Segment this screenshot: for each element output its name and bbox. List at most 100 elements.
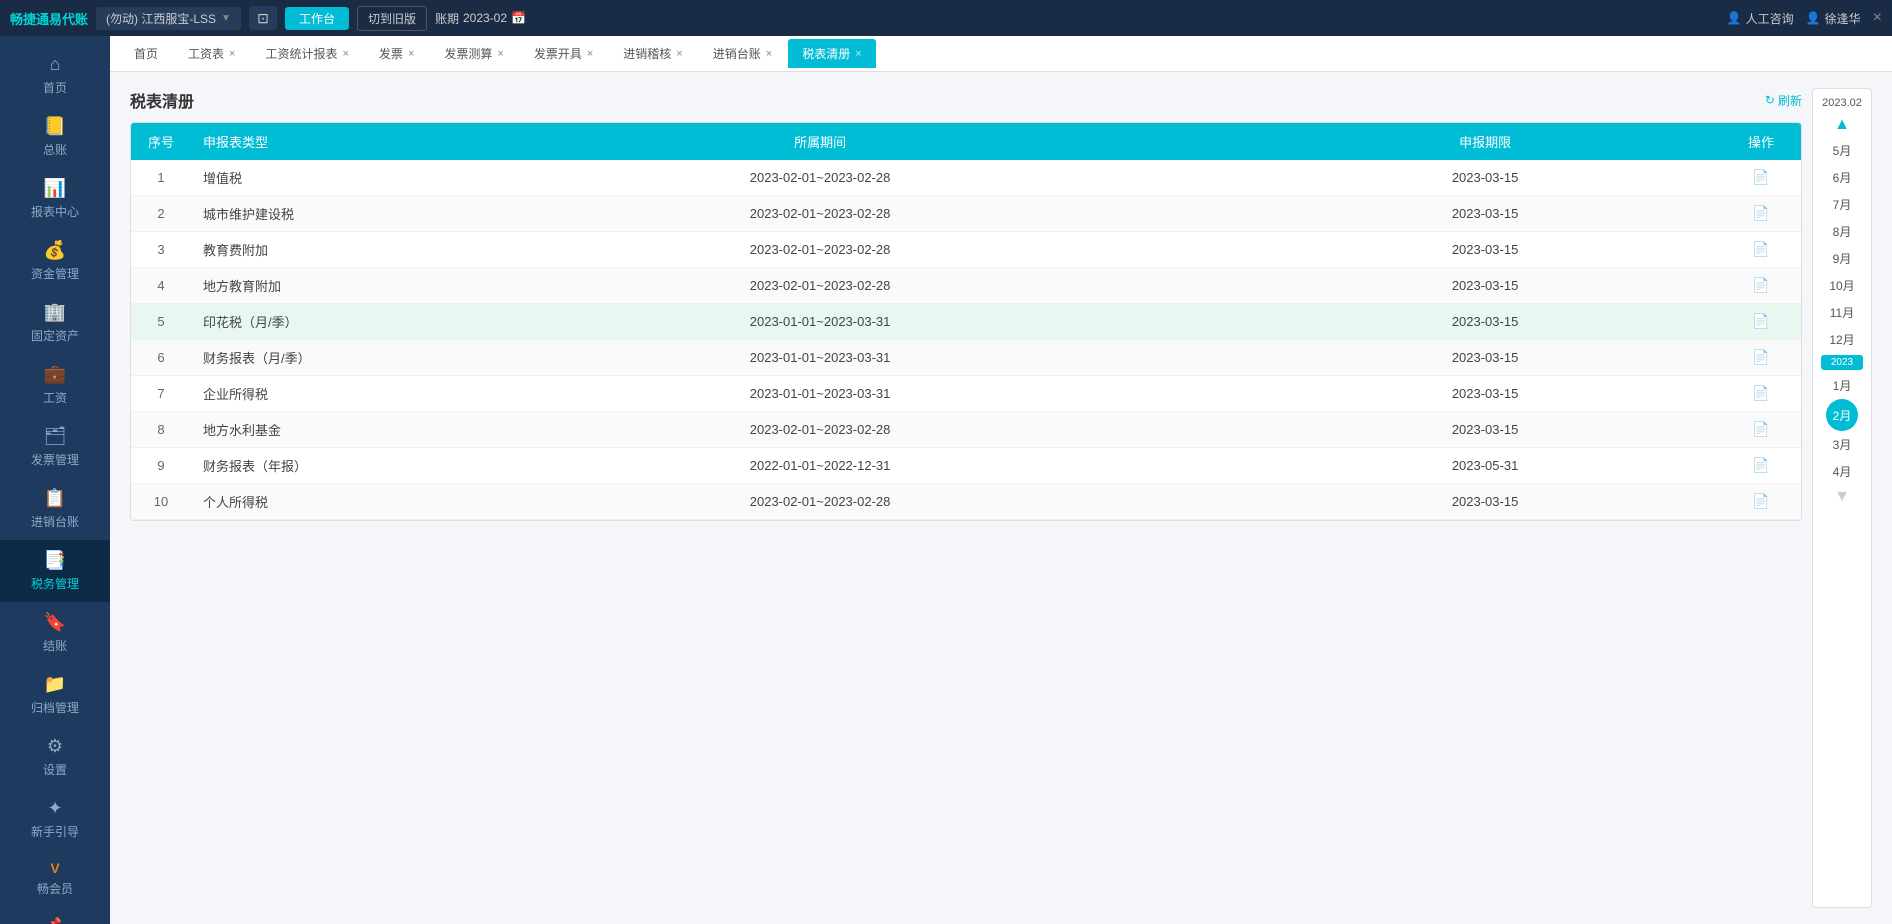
tab-tax-list-label: 税表清册 [802,45,850,62]
cal-month-9[interactable]: 9月 [1817,245,1867,272]
cal-month-10[interactable]: 10月 [1817,272,1867,299]
sidebar-item-archive[interactable]: 📁 归档管理 [0,664,110,726]
sidebar-item-settings[interactable]: ⚙ 设置 [0,726,110,788]
tab-salary-report-close[interactable]: × [342,48,348,60]
action-icon-4[interactable]: 📄 [1752,313,1769,329]
tab-purchase-check[interactable]: 进销稽核 × [609,39,696,68]
cell-no-6: 7 [131,376,191,412]
tab-home[interactable]: 首页 [120,39,172,68]
tab-purchase-check-close[interactable]: × [676,48,682,60]
copy-icon-btn[interactable]: ⊡ [249,6,277,30]
sidebar-item-fixed-asset[interactable]: 🏢 固定资产 [0,292,110,354]
tab-invoice-open-close[interactable]: × [587,48,593,60]
cal-month-6[interactable]: 6月 [1817,164,1867,191]
settlement-icon: 🔖 [44,612,66,633]
cal-month-2-active[interactable]: 2月 [1826,399,1858,431]
sidebar-label-invoice: 发票管理 [31,451,79,468]
user-profile[interactable]: 👤 徐逢华 [1806,10,1861,27]
ai-consult-label: 人工咨询 [1746,10,1794,27]
sidebar-item-invoice[interactable]: 🗂 发票管理 [0,416,110,478]
sidebar-item-report[interactable]: 📊 报表中心 [0,168,110,230]
sidebar-item-purchase[interactable]: 📋 进销台账 [0,478,110,540]
refresh-button[interactable]: ↻ 刷新 [1765,92,1802,109]
sidebar-item-salary[interactable]: 💼 工资 [0,354,110,416]
cell-no-5: 6 [131,340,191,376]
tab-tax-list-close[interactable]: × [855,48,861,60]
cal-month-7[interactable]: 7月 [1817,191,1867,218]
sidebar-label-home: 首页 [43,79,67,96]
cell-deadline-2: 2023-03-15 [1249,232,1721,268]
tab-purchase-ledger[interactable]: 进销台账 × [699,39,786,68]
cell-deadline-6: 2023-03-15 [1249,376,1721,412]
cell-period-3: 2023-02-01~2023-02-28 [391,268,1249,304]
cal-month-4[interactable]: 4月 [1817,458,1867,485]
cell-action-4: 📄 [1721,304,1801,340]
action-icon-9[interactable]: 📄 [1752,493,1769,509]
user-name: 徐逢华 [1825,10,1861,27]
tab-invoice-open[interactable]: 发票开具 × [520,39,607,68]
cell-period-4: 2023-01-01~2023-03-31 [391,304,1249,340]
action-icon-2[interactable]: 📄 [1752,241,1769,257]
tab-tax-list[interactable]: 税表清册 × [788,39,875,68]
cal-month-3[interactable]: 3月 [1817,431,1867,458]
cell-deadline-9: 2023-03-15 [1249,484,1721,520]
sidebar-item-home[interactable]: ⌂ 首页 [0,44,110,106]
sidebar-item-fund[interactable]: 💰 资金管理 [0,230,110,292]
calendar-icon[interactable]: 📅 [511,11,526,25]
sidebar-label-member: 畅会员 [37,880,73,897]
action-icon-0[interactable]: 📄 [1752,169,1769,185]
tab-invoice[interactable]: 发票 × [365,39,428,68]
company-selector[interactable]: (勿动) 江西服宝-LSS ▼ [96,7,241,30]
refresh-label: 刷新 [1778,92,1802,109]
tab-salary-table-close[interactable]: × [229,48,235,60]
cal-month-5[interactable]: 5月 [1817,137,1867,164]
top-bar-right: 👤 人工咨询 👤 徐逢华 × [1727,9,1882,27]
cancel-pin-btn[interactable]: 📌 取消固定 [0,907,110,924]
cell-no-7: 8 [131,412,191,448]
action-icon-3[interactable]: 📄 [1752,277,1769,293]
cal-month-12[interactable]: 12月 [1817,326,1867,353]
tab-invoice-close[interactable]: × [408,48,414,60]
cal-month-8[interactable]: 8月 [1817,218,1867,245]
cell-type-5: 财务报表（月/季） [191,340,391,376]
tab-salary-report[interactable]: 工资统计报表 × [251,39,362,68]
sidebar-label-ledger: 总账 [43,141,67,158]
refresh-icon: ↻ [1765,93,1775,107]
page-content: 税表清册 ↻ 刷新 序号 申报表类型 所属期间 [110,72,1892,924]
cell-no-9: 10 [131,484,191,520]
cell-action-2: 📄 [1721,232,1801,268]
switch-old-button[interactable]: 切到旧版 [357,6,427,31]
cell-type-3: 地方教育附加 [191,268,391,304]
fund-icon: 💰 [44,240,66,261]
sidebar-item-settlement[interactable]: 🔖 结账 [0,602,110,664]
cell-type-1: 城市维护建设税 [191,196,391,232]
tab-purchase-ledger-close[interactable]: × [766,48,772,60]
cell-deadline-4: 2023-03-15 [1249,304,1721,340]
fixed-asset-icon: 🏢 [44,302,66,323]
sidebar-item-ledger[interactable]: 📒 总账 [0,106,110,168]
tab-invoice-calc-label: 发票测算 [444,45,492,62]
table-row: 1 增值税 2023-02-01~2023-02-28 2023-03-15 📄 [131,160,1801,196]
cal-month-11[interactable]: 11月 [1817,299,1867,326]
action-icon-5[interactable]: 📄 [1752,349,1769,365]
sidebar-item-member[interactable]: V 畅会员 [0,850,110,907]
ai-consult-btn[interactable]: 👤 人工咨询 [1727,10,1794,27]
sidebar-item-guide[interactable]: ✦ 新手引导 [0,788,110,850]
sidebar-item-tax[interactable]: 📑 税务管理 [0,540,110,602]
tab-salary-table[interactable]: 工资表 × [174,39,249,68]
action-icon-8[interactable]: 📄 [1752,457,1769,473]
cell-action-3: 📄 [1721,268,1801,304]
close-window-icon[interactable]: × [1873,9,1882,27]
cal-month-1[interactable]: 1月 [1817,372,1867,399]
workbench-button[interactable]: 工作台 [285,7,349,30]
tab-bar: 首页 工资表 × 工资统计报表 × 发票 × 发票测算 × 发票开具 × [110,36,1892,72]
action-icon-1[interactable]: 📄 [1752,205,1769,221]
tab-invoice-calc-close[interactable]: × [497,48,503,60]
action-icon-6[interactable]: 📄 [1752,385,1769,401]
cal-nav-up[interactable]: ▲ [1834,113,1850,137]
tab-invoice-calc[interactable]: 发票测算 × [430,39,517,68]
page-header: 税表清册 ↻ 刷新 [130,88,1802,112]
action-icon-7[interactable]: 📄 [1752,421,1769,437]
cal-nav-down[interactable]: ▼ [1834,485,1850,509]
company-dropdown-icon: ▼ [221,13,231,24]
